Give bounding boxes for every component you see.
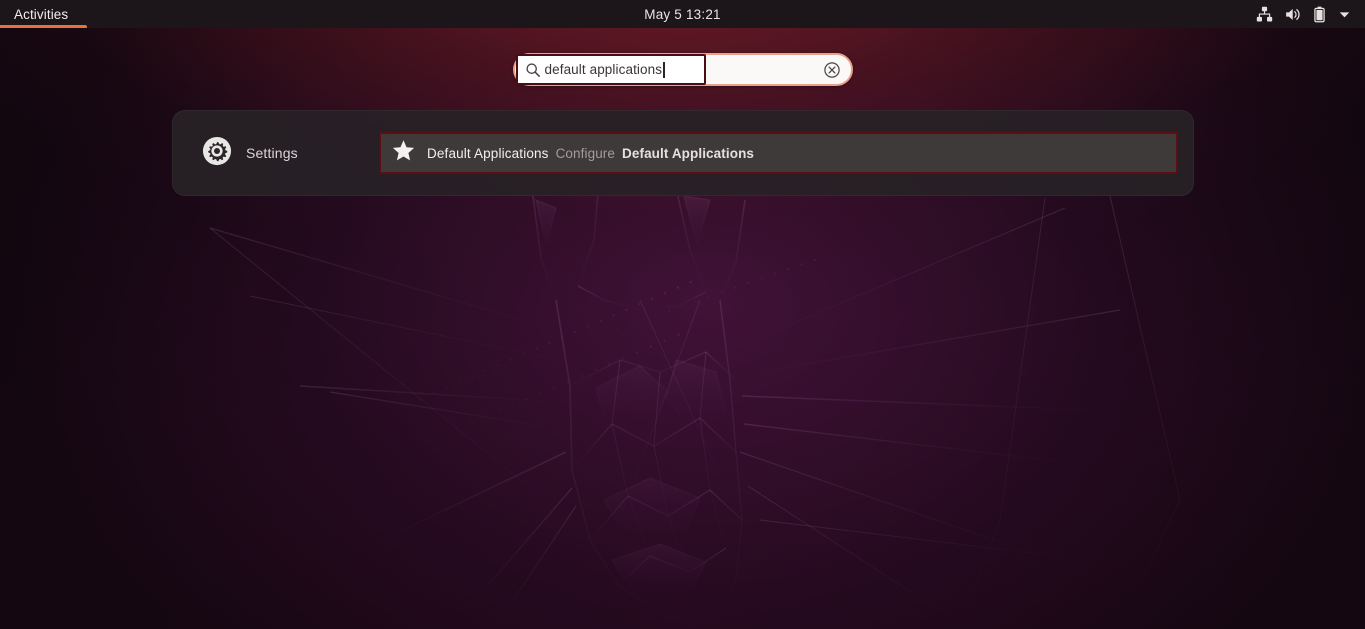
battery-icon (1312, 6, 1327, 23)
result-provider-settings[interactable]: Settings (173, 136, 379, 171)
desktop: Activities May 5 13:21 default applicati… (0, 0, 1365, 629)
result-text-group: Default Applications Configure Default A… (427, 146, 754, 161)
clear-icon[interactable] (823, 61, 841, 79)
settings-gear-icon (202, 136, 232, 171)
result-title: Default Applications (427, 145, 549, 161)
wallpaper-art (209, 169, 1181, 629)
activities-active-indicator (0, 25, 87, 28)
text-caret (663, 61, 665, 78)
activities-button[interactable]: Activities (0, 0, 87, 28)
result-item-default-applications[interactable]: Default Applications Configure Default A… (379, 132, 1178, 174)
clock-area: May 5 13:21 (0, 7, 1365, 22)
activities-label: Activities (14, 6, 69, 22)
result-description-match: Default Applications (622, 145, 755, 161)
search-results-panel: Settings Default Applications Configure … (172, 110, 1194, 196)
star-icon (391, 138, 416, 168)
clock-datetime[interactable]: May 5 13:21 (644, 7, 721, 22)
search-icon (521, 62, 545, 78)
search-entry[interactable]: default applications (512, 53, 853, 86)
top-bar: Activities May 5 13:21 (0, 0, 1365, 28)
search-input-value: default applications (544, 62, 663, 77)
network-icon (1256, 6, 1273, 23)
system-status-area[interactable] (1250, 0, 1357, 28)
results-list: Default Applications Configure Default A… (379, 132, 1193, 174)
provider-label: Settings (246, 145, 298, 161)
search-input-text[interactable]: default applications (544, 61, 665, 78)
chevron-down-icon (1338, 8, 1351, 21)
search-area: default applications (512, 53, 853, 86)
result-description-plain: Configure (555, 145, 616, 161)
volume-icon (1284, 6, 1301, 23)
